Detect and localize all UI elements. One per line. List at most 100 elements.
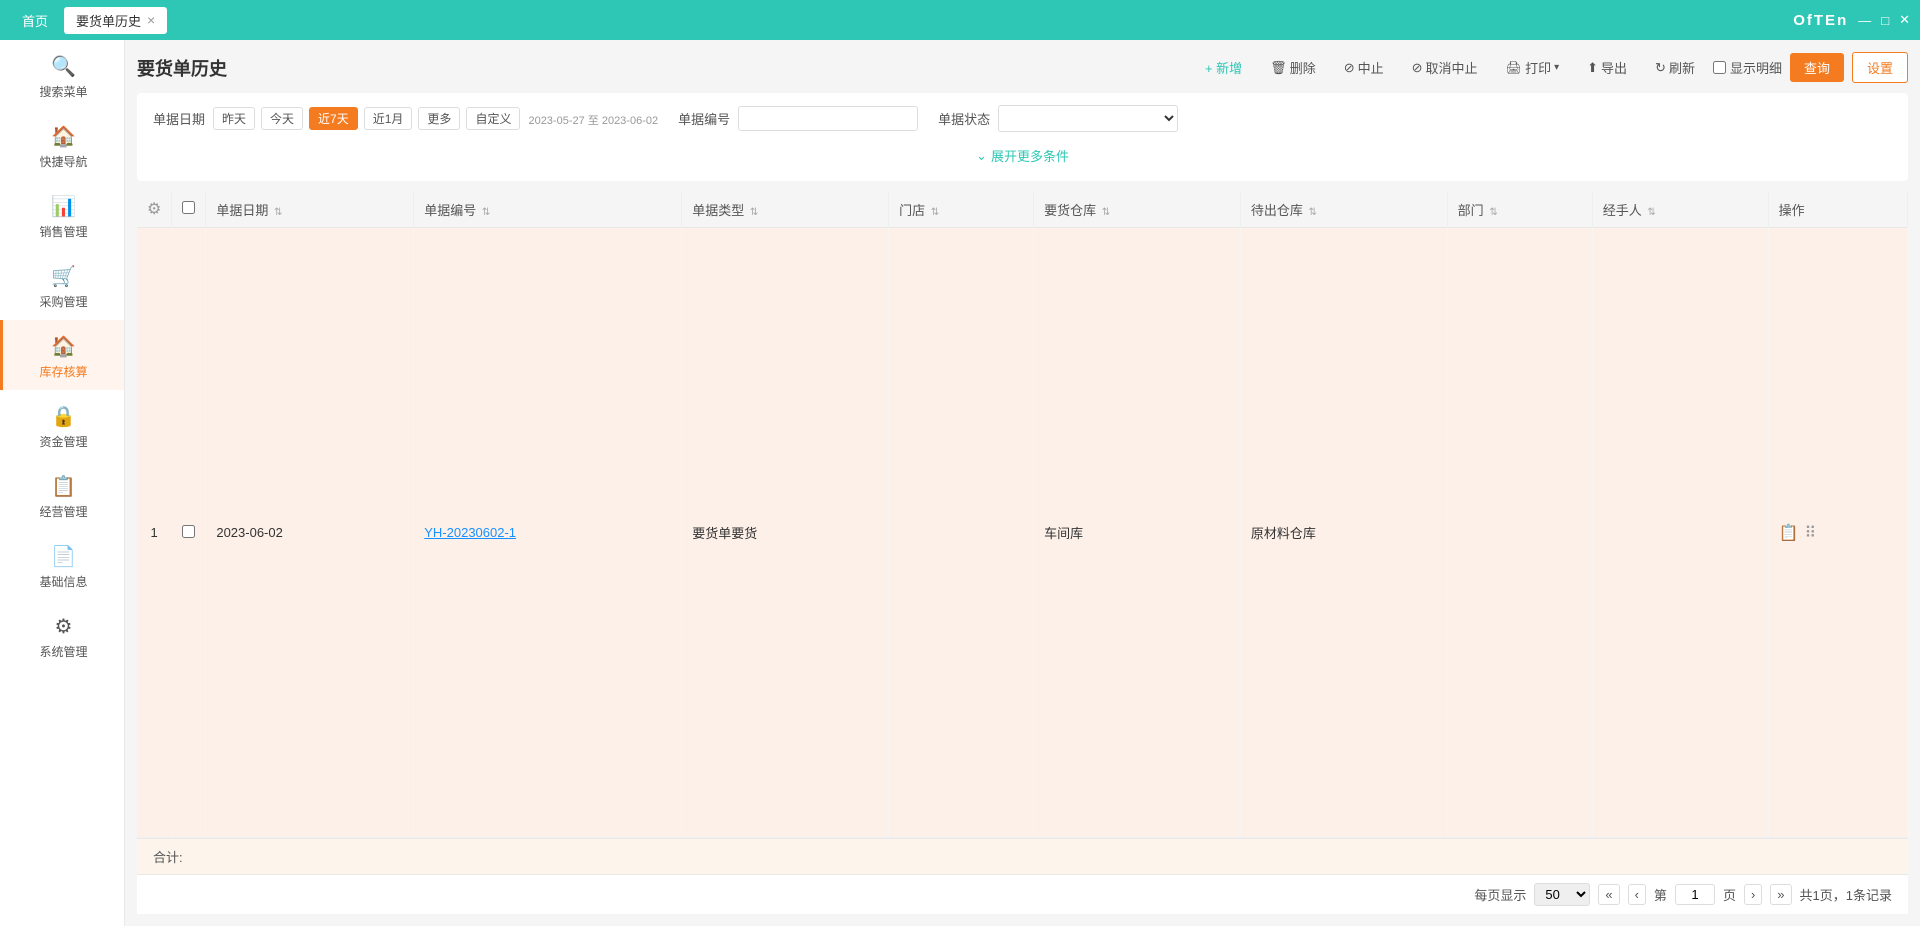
prev-page-btn[interactable]: ‹ (1628, 884, 1646, 905)
date-buttons: 昨天 今天 近7天 近1月 更多 自定义 (213, 107, 520, 130)
stop-button[interactable]: ⊘ 中止 (1334, 53, 1394, 82)
page-number-input[interactable] (1675, 884, 1715, 905)
th-handler[interactable]: 经手人 ⇅ (1592, 191, 1768, 228)
next-page-btn[interactable]: › (1744, 884, 1762, 905)
th-doc-date-label: 单据日期 (216, 203, 268, 218)
doc-date-sort-icon: ⇅ (274, 207, 282, 218)
date-btn-more[interactable]: 更多 (418, 107, 460, 130)
row-store (889, 228, 1034, 838)
select-all-checkbox[interactable] (182, 201, 195, 214)
table-row: 1 2023-06-02 YH-20230602-1 要货单要货 车间库 原材料… (137, 228, 1908, 838)
settings-gear-icon[interactable]: ⚙ (147, 201, 161, 218)
store-sort-icon: ⇅ (931, 207, 939, 218)
th-doc-type[interactable]: 单据类型 ⇅ (682, 191, 889, 228)
th-req-warehouse[interactable]: 要货仓库 ⇅ (1034, 191, 1241, 228)
row-handler (1592, 228, 1768, 838)
sidebar-item-basic-info[interactable]: 📄 基础信息 (0, 530, 124, 600)
th-pending-warehouse[interactable]: 待出仓库 ⇅ (1240, 191, 1447, 228)
sidebar-item-purchase[interactable]: 🛒 采购管理 (0, 250, 124, 320)
sidebar-item-finance[interactable]: 🔒 资金管理 (0, 390, 124, 460)
th-store[interactable]: 门店 ⇅ (889, 191, 1034, 228)
window-close[interactable]: ✕ (1899, 12, 1910, 28)
row-doc-no[interactable]: YH-20230602-1 (414, 228, 682, 838)
row-edit-icon[interactable]: ⠿ (1805, 523, 1817, 543)
sales-icon: 📊 (51, 194, 76, 219)
pending-warehouse-sort-icon: ⇅ (1309, 207, 1317, 218)
new-button[interactable]: + 新增 (1195, 53, 1252, 82)
date-range-display: 2023-05-27 至 2023-06-02 (528, 112, 658, 128)
total-label: 合计: (153, 847, 183, 866)
sidebar-item-purchase-label: 采购管理 (39, 293, 87, 310)
th-actions: 操作 (1768, 191, 1907, 228)
quick-nav-icon: 🏠 (51, 124, 76, 149)
table-container: ⚙ 单据日期 ⇅ 单据编号 ⇅ (137, 191, 1908, 874)
handler-sort-icon: ⇅ (1647, 207, 1655, 218)
export-icon: ⬆ (1587, 60, 1598, 76)
last-page-btn[interactable]: » (1770, 884, 1791, 905)
sidebar-item-basic-label: 基础信息 (39, 573, 87, 590)
operations-icon: 📋 (51, 474, 76, 499)
row-pending-warehouse: 原材料仓库 (1240, 228, 1447, 838)
sidebar-item-finance-label: 资金管理 (39, 433, 87, 450)
sidebar-item-search[interactable]: 🔍 搜索菜单 (0, 40, 124, 110)
sidebar-item-system[interactable]: ⚙ 系统管理 (0, 600, 124, 670)
sidebar-item-sales[interactable]: 📊 销售管理 (0, 180, 124, 250)
window-minimize[interactable]: — (1858, 13, 1871, 28)
first-page-btn[interactable]: « (1598, 884, 1619, 905)
date-btn-today[interactable]: 今天 (261, 107, 303, 130)
window-maximize[interactable]: □ (1881, 13, 1889, 28)
refresh-button[interactable]: ↻ 刷新 (1645, 53, 1705, 82)
th-settings[interactable]: ⚙ (137, 191, 172, 228)
date-btn-custom[interactable]: 自定义 (466, 107, 520, 130)
row-actions: 📋 ⠿ (1768, 228, 1907, 838)
page-label: 第 (1654, 885, 1667, 904)
doc-no-sort-icon: ⇅ (482, 207, 490, 218)
cancel-stop-button[interactable]: ⊘ 取消中止 (1402, 53, 1488, 82)
row-checkbox[interactable] (182, 525, 195, 538)
tab-home[interactable]: 首页 (10, 7, 60, 34)
purchase-icon: 🛒 (51, 264, 76, 289)
show-detail-input[interactable] (1713, 61, 1726, 74)
date-btn-yesterday[interactable]: 昨天 (213, 107, 255, 130)
docno-input[interactable] (738, 106, 918, 131)
th-dept[interactable]: 部门 ⇅ (1447, 191, 1592, 228)
delete-icon: 🗑 (1270, 60, 1287, 76)
query-button[interactable]: 查询 (1790, 53, 1844, 82)
sidebar-item-operations[interactable]: 📋 经营管理 (0, 460, 124, 530)
page-end-label: 页 (1723, 885, 1736, 904)
date-btn-1month[interactable]: 近1月 (364, 107, 413, 130)
doc-type-sort-icon: ⇅ (750, 207, 758, 218)
th-dept-label: 部门 (1458, 203, 1484, 218)
sidebar-item-quicknav[interactable]: 🏠 快捷导航 (0, 110, 124, 180)
top-bar: 首页 要货单历史 × OfTEn — □ ✕ (0, 0, 1920, 40)
settings-button[interactable]: 设置 (1852, 52, 1908, 83)
top-bar-right: OfTEn — □ ✕ (1793, 12, 1910, 29)
row-view-icon[interactable]: 📋 (1779, 523, 1799, 543)
row-req-warehouse: 车间库 (1034, 228, 1241, 838)
tab-close-icon[interactable]: × (147, 12, 155, 28)
show-detail-checkbox[interactable]: 显示明细 (1713, 58, 1782, 77)
row-num: 1 (137, 228, 172, 838)
page-header: 要货单历史 + 新增 🗑 删除 ⊘ 中止 ⊘ 取消中止 🖨 打印 (137, 52, 1908, 83)
per-page-select[interactable]: 10 20 50 100 (1534, 883, 1590, 906)
expand-more[interactable]: ⌄ 展开更多条件 (153, 142, 1892, 169)
dept-sort-icon: ⇅ (1489, 207, 1497, 218)
status-select[interactable] (998, 105, 1178, 132)
sidebar-item-inventory[interactable]: 🏠 库存核算 (0, 320, 124, 390)
table-header-row: ⚙ 单据日期 ⇅ 单据编号 ⇅ (137, 191, 1908, 228)
row-checkbox-cell (172, 228, 206, 838)
date-btn-7days[interactable]: 近7天 (309, 107, 358, 130)
per-page-label: 每页显示 (1474, 885, 1526, 904)
tab-active[interactable]: 要货单历史 × (64, 7, 167, 34)
export-button[interactable]: ⬆ 导出 (1577, 53, 1637, 82)
status-filter-group: 单据状态 (938, 105, 1178, 132)
th-doc-date[interactable]: 单据日期 ⇅ (206, 191, 414, 228)
row-dept (1447, 228, 1592, 838)
expand-chevron-icon: ⌄ (976, 148, 987, 164)
th-doc-no[interactable]: 单据编号 ⇅ (414, 191, 682, 228)
stop-icon: ⊘ (1344, 60, 1355, 76)
print-icon: 🖨 (1506, 60, 1523, 76)
print-button[interactable]: 🖨 打印 ▾ (1496, 53, 1570, 82)
delete-button[interactable]: 🗑 删除 (1260, 53, 1326, 82)
th-handler-label: 经手人 (1603, 203, 1642, 218)
